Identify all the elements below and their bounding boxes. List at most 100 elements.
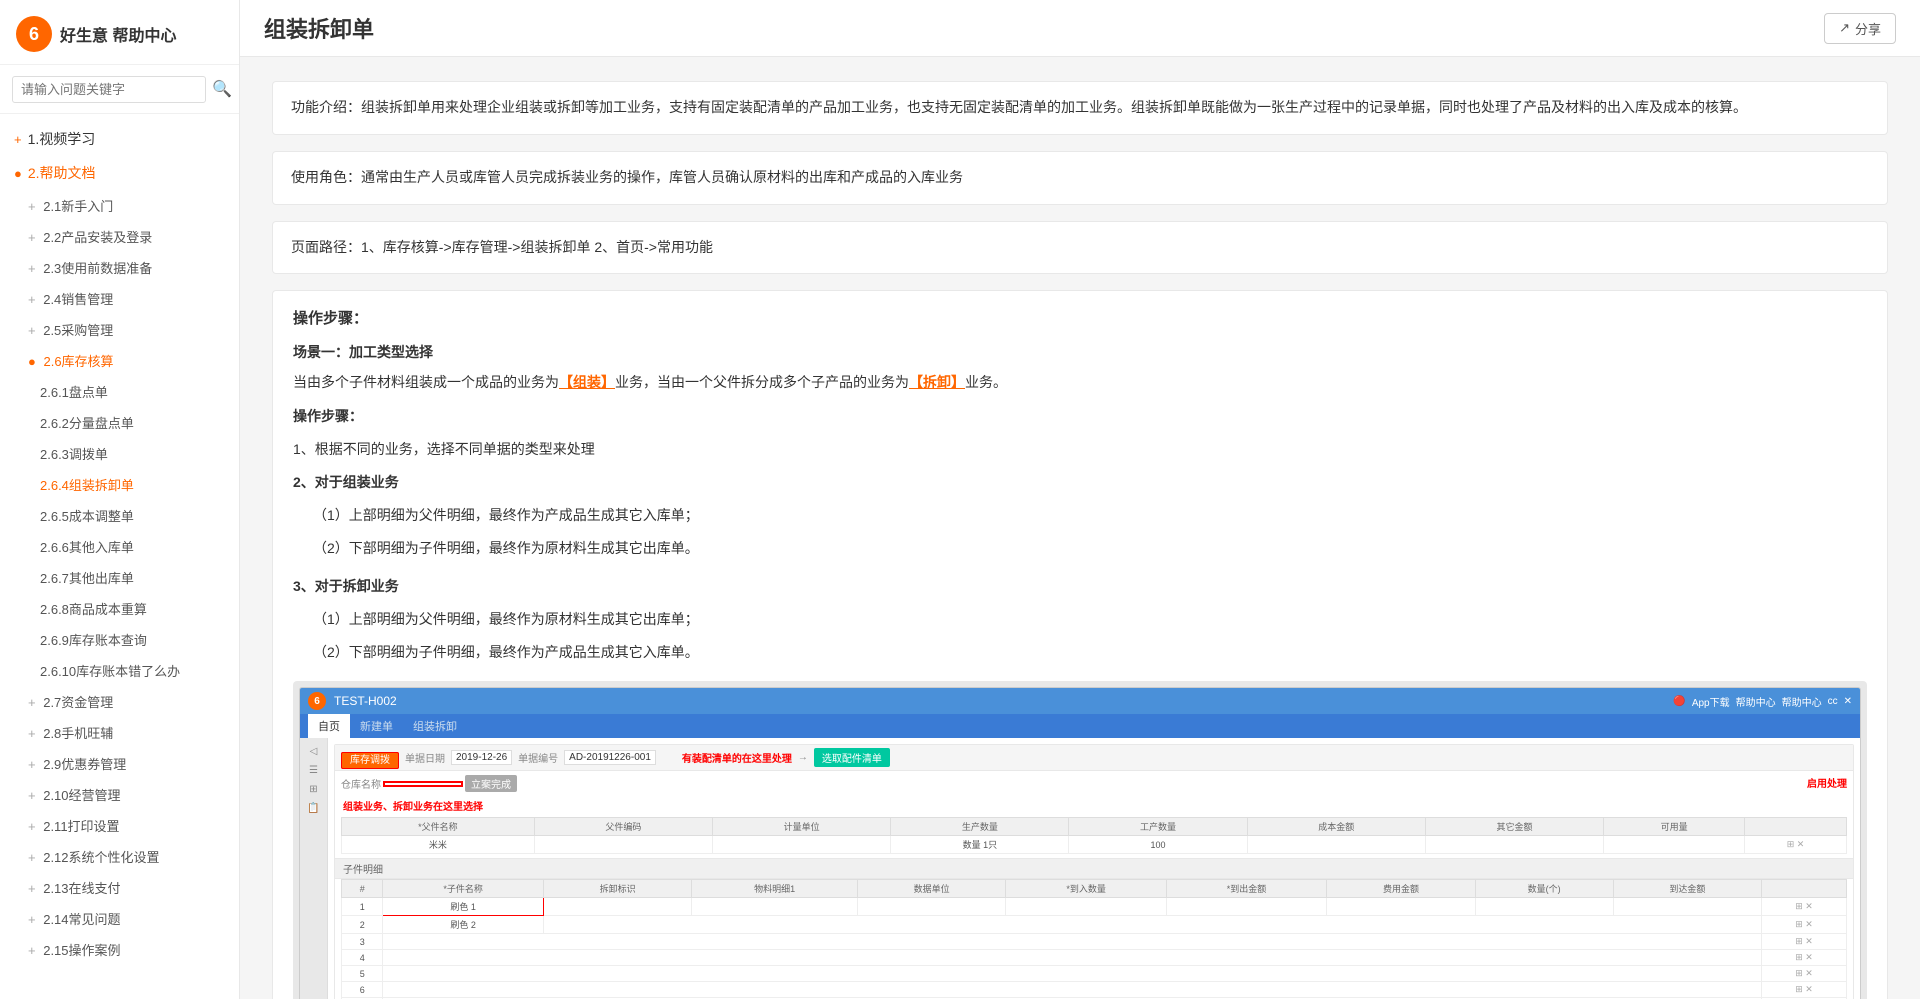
search-area: 🔍: [0, 65, 239, 114]
nav-expand-icon-docs: ●: [14, 166, 22, 181]
sidebar-item-assembly[interactable]: 2.6.4组装拆卸单: [0, 469, 239, 500]
field-group-warehouse: 仓库名称 立案完成 启用处理: [335, 771, 1853, 796]
row1-flag: [543, 898, 691, 916]
row1-unit: [857, 898, 1005, 916]
annotation2: 启用处理: [1807, 775, 1847, 792]
sidebar-item-print[interactable]: + 2.11打印设置: [0, 810, 239, 841]
sidebar-item-cost-adjust[interactable]: 2.6.5成本调整单: [0, 500, 239, 531]
expand-icon: +: [28, 695, 36, 710]
row4-ops: ⊞ ✕: [1762, 950, 1847, 966]
lower-col-name: *子件名称: [383, 880, 543, 898]
lower-col-out-amt: *到出金额: [1166, 880, 1326, 898]
top-bar: 组装拆卸单 ↗ 分享: [240, 0, 1920, 57]
sidebar-item-ops[interactable]: + 2.10经营管理: [0, 779, 239, 810]
content-area: 功能介绍：组装拆卸单用来处理企业组装或拆卸等加工业务，支持有固定装配清单的产品加…: [240, 57, 1920, 999]
upper-table-container: *父件名称 父件编码 计量单位 生产数量 工产数量 成本金额 其它金额: [335, 817, 1853, 858]
upper-col-unit: 计量单位: [712, 818, 890, 836]
share-button[interactable]: ↗ 分享: [1824, 13, 1896, 44]
sidebar-item-stocktaking[interactable]: 2.6.1盘点单: [0, 376, 239, 407]
desc1-text: 功能介绍：组装拆卸单用来处理企业组装或拆卸等加工业务，支持有固定装配清单的产品加…: [291, 99, 1747, 115]
sidebar-item-inventory-error[interactable]: 2.6.10库存账本错了么办: [0, 655, 239, 686]
row5-seq: 5: [342, 966, 383, 982]
step3-title: 3、对于拆卸业务: [293, 574, 1867, 599]
sidebar-item-purchase[interactable]: + 2.5采购管理: [0, 314, 239, 345]
upper-col-action: [1745, 818, 1847, 836]
row2-seq: 2: [342, 916, 383, 934]
lower-col-qty: 数量(个): [1475, 880, 1613, 898]
nav-section-header-videos[interactable]: + 1.视频学习: [0, 122, 239, 156]
expand-icon: +: [28, 881, 36, 896]
process-button[interactable]: 选取配件清单: [814, 748, 890, 767]
app-title: 好生意 帮助中心: [60, 22, 176, 46]
expand-icon: +: [28, 292, 36, 307]
row6-seq: 6: [342, 982, 383, 998]
search-button[interactable]: 🔍: [206, 75, 238, 103]
row1-seq: 1: [342, 898, 383, 916]
arrow-right: →: [798, 752, 808, 763]
search-input[interactable]: [12, 76, 206, 103]
sidebar-item-inventory[interactable]: ● 2.6库存核算: [0, 345, 239, 376]
nav-section-docs: ● 2.帮助文档 + 2.1新手入门 + 2.2产品安装及登录 + 2.3使用前…: [0, 156, 239, 965]
type-selector-area: 库存调拨: [341, 750, 399, 766]
upper-table: *父件名称 父件编码 计量单位 生产数量 工产数量 成本金额 其它金额: [341, 817, 1847, 854]
screenshot-icons: 🔴 App下载 帮助中心 帮助中心 cc ✕: [405, 694, 1852, 709]
sidebar-item-fund[interactable]: + 2.7资金管理: [0, 686, 239, 717]
row3-ops: ⊞ ✕: [1762, 934, 1847, 950]
sidebar-item-coupon[interactable]: + 2.9优惠券管理: [0, 748, 239, 779]
scenario1-title: 场景一：加工类型选择: [293, 342, 1867, 362]
sidebar-item-cost-recalc[interactable]: 2.6.8商品成本重算: [0, 593, 239, 624]
type-button[interactable]: 库存调拨: [341, 752, 399, 769]
app-logo-icon: 6: [16, 16, 52, 52]
expand-icon: +: [28, 230, 36, 245]
lower-col-arrive: 到达金额: [1613, 880, 1761, 898]
sidebar-item-cases[interactable]: + 2.15操作案例: [0, 934, 239, 965]
disassembly-link[interactable]: 【拆卸】: [909, 374, 965, 390]
form-section-main: 库存调拨 单据日期 2019-12-26 单据编号 AD-20191226-00…: [334, 744, 1854, 999]
steps-label: 操作步骤：: [293, 404, 1867, 429]
row1-fee: [1327, 898, 1475, 916]
nav-section-label-videos: 1.视频学习: [28, 129, 96, 149]
upper-cell-work: 100: [1069, 836, 1247, 854]
sidebar-item-split-stocktaking[interactable]: 2.6.2分量盘点单: [0, 407, 239, 438]
step3-sub1: （1）上部明细为父件明细，最终作为原材料生成其它出库单；: [293, 607, 1867, 632]
screenshot-content: 库存调拨 单据日期 2019-12-26 单据编号 AD-20191226-00…: [328, 738, 1860, 999]
assembly-link[interactable]: 【组装】: [559, 374, 615, 390]
nav-section-header-docs[interactable]: ● 2.帮助文档: [0, 156, 239, 190]
sidebar-item-other-in[interactable]: 2.6.6其他入库单: [0, 531, 239, 562]
lower-col-ops: [1762, 880, 1847, 898]
upper-cell-unit: [712, 836, 890, 854]
upper-col-name: *父件名称: [342, 818, 535, 836]
warehouse-label: 仓库名称: [341, 776, 381, 791]
sidebar-item-inventory-query[interactable]: 2.6.9库存账本查询: [0, 624, 239, 655]
screenshot-company: TEST-H002: [334, 694, 397, 708]
screenshot-container: 6 TEST-H002 🔴 App下载 帮助中心 帮助中心 cc ✕: [293, 681, 1867, 999]
row1-in: [1006, 898, 1166, 916]
sidebar-item-data-prep[interactable]: + 2.3使用前数据准备: [0, 252, 239, 283]
expand-icon: +: [28, 912, 36, 927]
sidebar-item-custom[interactable]: + 2.12系统个性化设置: [0, 841, 239, 872]
sidebar-item-sales[interactable]: + 2.4销售管理: [0, 283, 239, 314]
sidebar-item-payment[interactable]: + 2.13在线支付: [0, 872, 239, 903]
form-header: 库存调拨 单据日期 2019-12-26 单据编号 AD-20191226-00…: [335, 745, 1853, 771]
op-steps-title: 操作步骤：: [293, 307, 1867, 328]
desc-box-2: 使用角色：通常由生产人员或库管人员完成拆装业务的操作，库管人员确认原材料的出库和…: [272, 151, 1888, 205]
lower-col-unit: 数据单位: [857, 880, 1005, 898]
desc2-text: 使用角色：通常由生产人员或库管人员完成拆装业务的操作，库管人员确认原材料的出库和…: [291, 169, 963, 185]
warehouse-input[interactable]: [383, 781, 463, 787]
upper-col-produce-qty: 生产数量: [891, 818, 1069, 836]
desc3-text: 页面路径：1、库存核算->库存管理->组装拆卸单 2、首页->常用功能: [291, 239, 713, 255]
type-annotation: 组装业务、拆卸业务在这里选择: [343, 798, 483, 813]
sidebar-item-faq[interactable]: + 2.14常见问题: [0, 903, 239, 934]
row4-seq: 4: [342, 950, 383, 966]
sidebar-item-install[interactable]: + 2.2产品安装及登录: [0, 221, 239, 252]
expand-icon: +: [28, 323, 36, 338]
expand-icon: +: [28, 757, 36, 772]
sidebar-item-new-user[interactable]: + 2.1新手入门: [0, 190, 239, 221]
expand-icon-inventory: ●: [28, 354, 36, 369]
nav-item-assembly: 组装拆卸: [403, 714, 467, 738]
confirm-button[interactable]: 立案完成: [465, 775, 517, 792]
sidebar-item-mobile[interactable]: + 2.8手机旺辅: [0, 717, 239, 748]
nav-list: + 1.视频学习 ● 2.帮助文档 + 2.1新手入门 + 2.2产品安装及登录: [0, 114, 239, 999]
sidebar-item-other-out[interactable]: 2.6.7其他出库单: [0, 562, 239, 593]
sidebar-item-adjust[interactable]: 2.6.3调拨单: [0, 438, 239, 469]
